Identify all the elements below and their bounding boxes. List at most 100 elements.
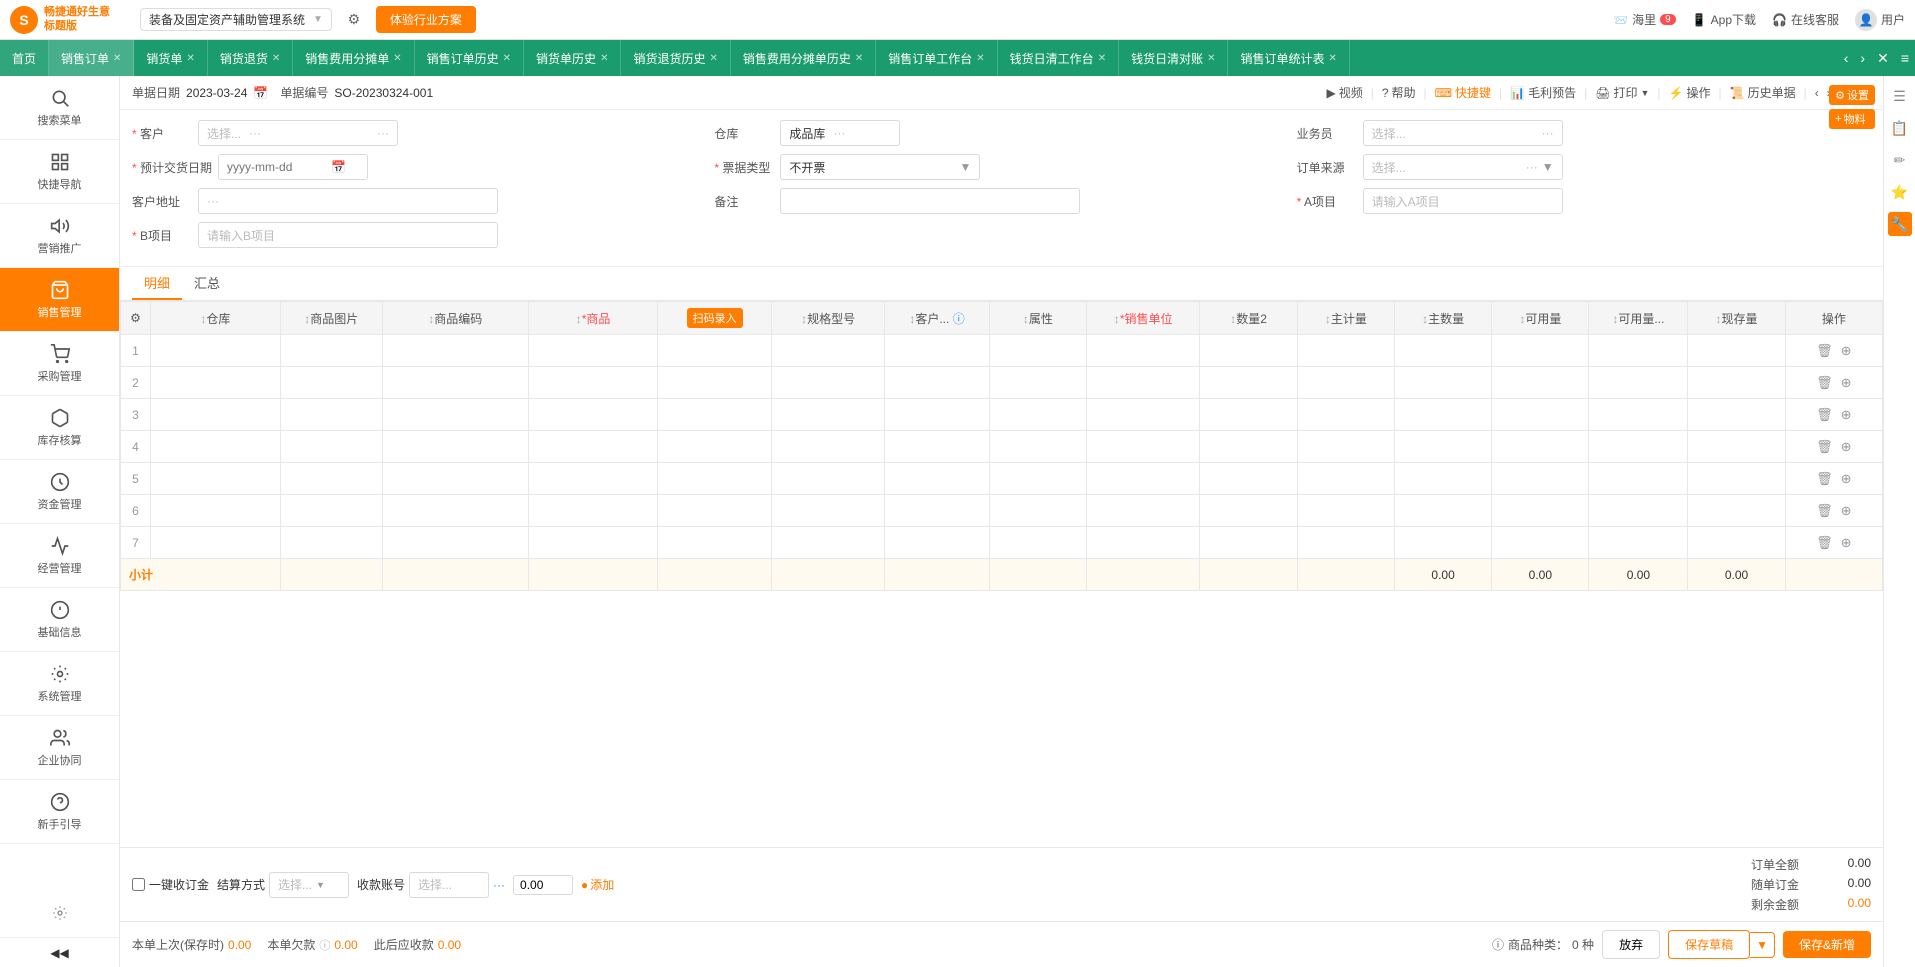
close-tab-icon[interactable]: ✕	[1207, 53, 1215, 64]
row-img[interactable]	[280, 335, 382, 367]
row-avail2[interactable]	[1589, 367, 1688, 399]
customer-input[interactable]: 选择... ···	[198, 120, 398, 146]
delete-row-btn[interactable]: 🗑	[1814, 373, 1835, 393]
sidebar-item-operations[interactable]: 经营管理	[0, 524, 119, 588]
th-main-qty[interactable]: ↕主数量	[1394, 302, 1491, 335]
tab-order-stats[interactable]: 销售订单统计表 ✕	[1228, 40, 1349, 76]
close-tab-icon[interactable]: ✕	[600, 53, 608, 64]
close-tab-icon[interactable]: ✕	[709, 53, 717, 64]
payment-method-select[interactable]: 选择... ▼	[269, 872, 349, 898]
row-spec[interactable]	[771, 399, 884, 431]
one-click-checkbox-input[interactable]	[132, 878, 145, 891]
row-stock[interactable]	[1688, 335, 1785, 367]
row-stock[interactable]	[1688, 367, 1785, 399]
close-tab-icon[interactable]: ✕	[186, 53, 194, 64]
salesperson-input[interactable]: 选择... ···	[1363, 120, 1563, 146]
row-stock[interactable]	[1688, 399, 1785, 431]
settings-icon[interactable]: ⚙	[342, 8, 366, 32]
view-btn[interactable]: ▶ 视频	[1326, 84, 1362, 101]
sidebar-item-base-info[interactable]: 基础信息	[0, 588, 119, 652]
th-product[interactable]: ↕*商品	[528, 302, 658, 335]
sidebar-item-collaborate[interactable]: 企业协同	[0, 716, 119, 780]
app-download-btn[interactable]: 📱 App下载	[1692, 11, 1756, 28]
discard-button[interactable]: 放弃	[1602, 930, 1660, 959]
row-code[interactable]	[382, 335, 528, 367]
order-source-input[interactable]: 选择... ··· ▼	[1363, 154, 1563, 180]
row-customer-code[interactable]	[885, 367, 989, 399]
solution-button[interactable]: 体验行业方案	[376, 6, 476, 33]
right-panel-list-btn[interactable]: ☰	[1888, 84, 1912, 108]
row-code[interactable]	[382, 399, 528, 431]
row-img[interactable]	[280, 399, 382, 431]
row-customer-code[interactable]	[885, 399, 989, 431]
account-dots[interactable]: ···	[493, 878, 505, 892]
nav-prev-record-btn[interactable]: ‹	[1815, 86, 1819, 100]
single-debt-help[interactable]: ⓘ	[319, 937, 330, 953]
th-avail[interactable]: ↕可用量	[1492, 302, 1589, 335]
row-product[interactable]	[528, 367, 658, 399]
sidebar-item-finance[interactable]: 资金管理	[0, 460, 119, 524]
row-main-qty[interactable]	[1394, 399, 1491, 431]
tab-return[interactable]: 销货退货 ✕	[208, 40, 293, 76]
add-payment-btn[interactable]: ● 添加	[581, 876, 614, 893]
calendar-icon[interactable]: 📅	[253, 86, 268, 100]
delete-row-btn[interactable]: 🗑	[1814, 405, 1835, 425]
row-attr[interactable]	[989, 335, 1086, 367]
th-scan[interactable]: 扫码录入	[658, 302, 771, 335]
right-panel-clipboard-btn[interactable]: 📋	[1888, 116, 1912, 140]
customer-address-input[interactable]: ···	[198, 188, 498, 214]
tab-return-history[interactable]: 销货退货历史 ✕	[621, 40, 730, 76]
th-spec[interactable]: ↕规格型号	[771, 302, 884, 335]
row-main-qty[interactable]	[1394, 367, 1491, 399]
tab-daily-reconcile[interactable]: 钱货日清对账 ✕	[1119, 40, 1228, 76]
th-img[interactable]: ↕商品图片	[280, 302, 382, 335]
profit-btn[interactable]: 📊 毛利预告	[1510, 84, 1576, 101]
tab-sales[interactable]: 销货单 ✕	[134, 40, 207, 76]
delivery-date-input[interactable]: 📅	[218, 154, 368, 180]
invoice-type-select[interactable]: 不开票 ▼	[780, 154, 980, 180]
delete-row-btn[interactable]: 🗑	[1814, 501, 1835, 521]
delete-row-btn[interactable]: 🗑	[1814, 469, 1835, 489]
close-tab-icon[interactable]: ✕	[1329, 53, 1337, 64]
row-qty2[interactable]	[1200, 335, 1297, 367]
row-attr[interactable]	[989, 399, 1086, 431]
close-tab-icon[interactable]: ✕	[113, 53, 121, 64]
sidebar-item-sales[interactable]: 销售管理	[0, 268, 119, 332]
calendar-icon2[interactable]: 📅	[331, 160, 346, 174]
tab-sales-history[interactable]: 销货单历史 ✕	[524, 40, 621, 76]
delete-row-btn[interactable]: 🗑	[1814, 341, 1835, 361]
row-warehouse[interactable]	[151, 335, 281, 367]
row-product[interactable]	[528, 335, 658, 367]
tab-order-workspace[interactable]: 销售订单工作台 ✕	[876, 40, 997, 76]
row-qty2[interactable]	[1200, 367, 1297, 399]
row-main-unit[interactable]	[1297, 399, 1394, 431]
copy-row-btn[interactable]: ⊕	[1839, 501, 1854, 521]
th-main-unit[interactable]: ↕主计量	[1297, 302, 1394, 335]
copy-row-btn[interactable]: ⊕	[1839, 533, 1854, 553]
row-avail[interactable]	[1492, 367, 1589, 399]
th-code[interactable]: ↕商品编码	[382, 302, 528, 335]
row-avail[interactable]	[1492, 335, 1589, 367]
tab-summary[interactable]: 汇总	[182, 267, 232, 300]
system-title[interactable]: 装备及固定资产辅助管理系统 ▼	[140, 8, 332, 31]
sidebar-item-marketing[interactable]: 营销推广	[0, 204, 119, 268]
sidebar-item-inventory[interactable]: 库存核算	[0, 396, 119, 460]
row-img[interactable]	[280, 367, 382, 399]
tab-sales-order[interactable]: 销售订单 ✕	[49, 40, 134, 76]
history-btn[interactable]: 📜 历史单据	[1730, 84, 1796, 101]
tab-order-history[interactable]: 销售订单历史 ✕	[415, 40, 524, 76]
shortcut-btn[interactable]: ⌨ 快捷键	[1435, 84, 1491, 101]
payment-amount-input[interactable]	[513, 875, 573, 895]
copy-row-btn[interactable]: ⊕	[1839, 469, 1854, 489]
row-avail[interactable]	[1492, 399, 1589, 431]
row-avail2[interactable]	[1589, 335, 1688, 367]
row-avail2[interactable]	[1589, 399, 1688, 431]
online-support-btn[interactable]: 🎧 在线客服	[1772, 11, 1839, 28]
right-panel-edit-btn[interactable]: ✏	[1888, 148, 1912, 172]
delete-row-btn[interactable]: 🗑	[1814, 437, 1835, 457]
action-btn[interactable]: ⚡ 操作	[1669, 84, 1711, 101]
tab-fee-split-history[interactable]: 销售费用分摊单历史 ✕	[731, 40, 876, 76]
print-btn[interactable]: 🖨 打印 ▼	[1595, 84, 1649, 101]
close-tab-icon[interactable]: ✕	[1098, 53, 1106, 64]
sidebar-item-quicknav[interactable]: 快捷导航	[0, 140, 119, 204]
